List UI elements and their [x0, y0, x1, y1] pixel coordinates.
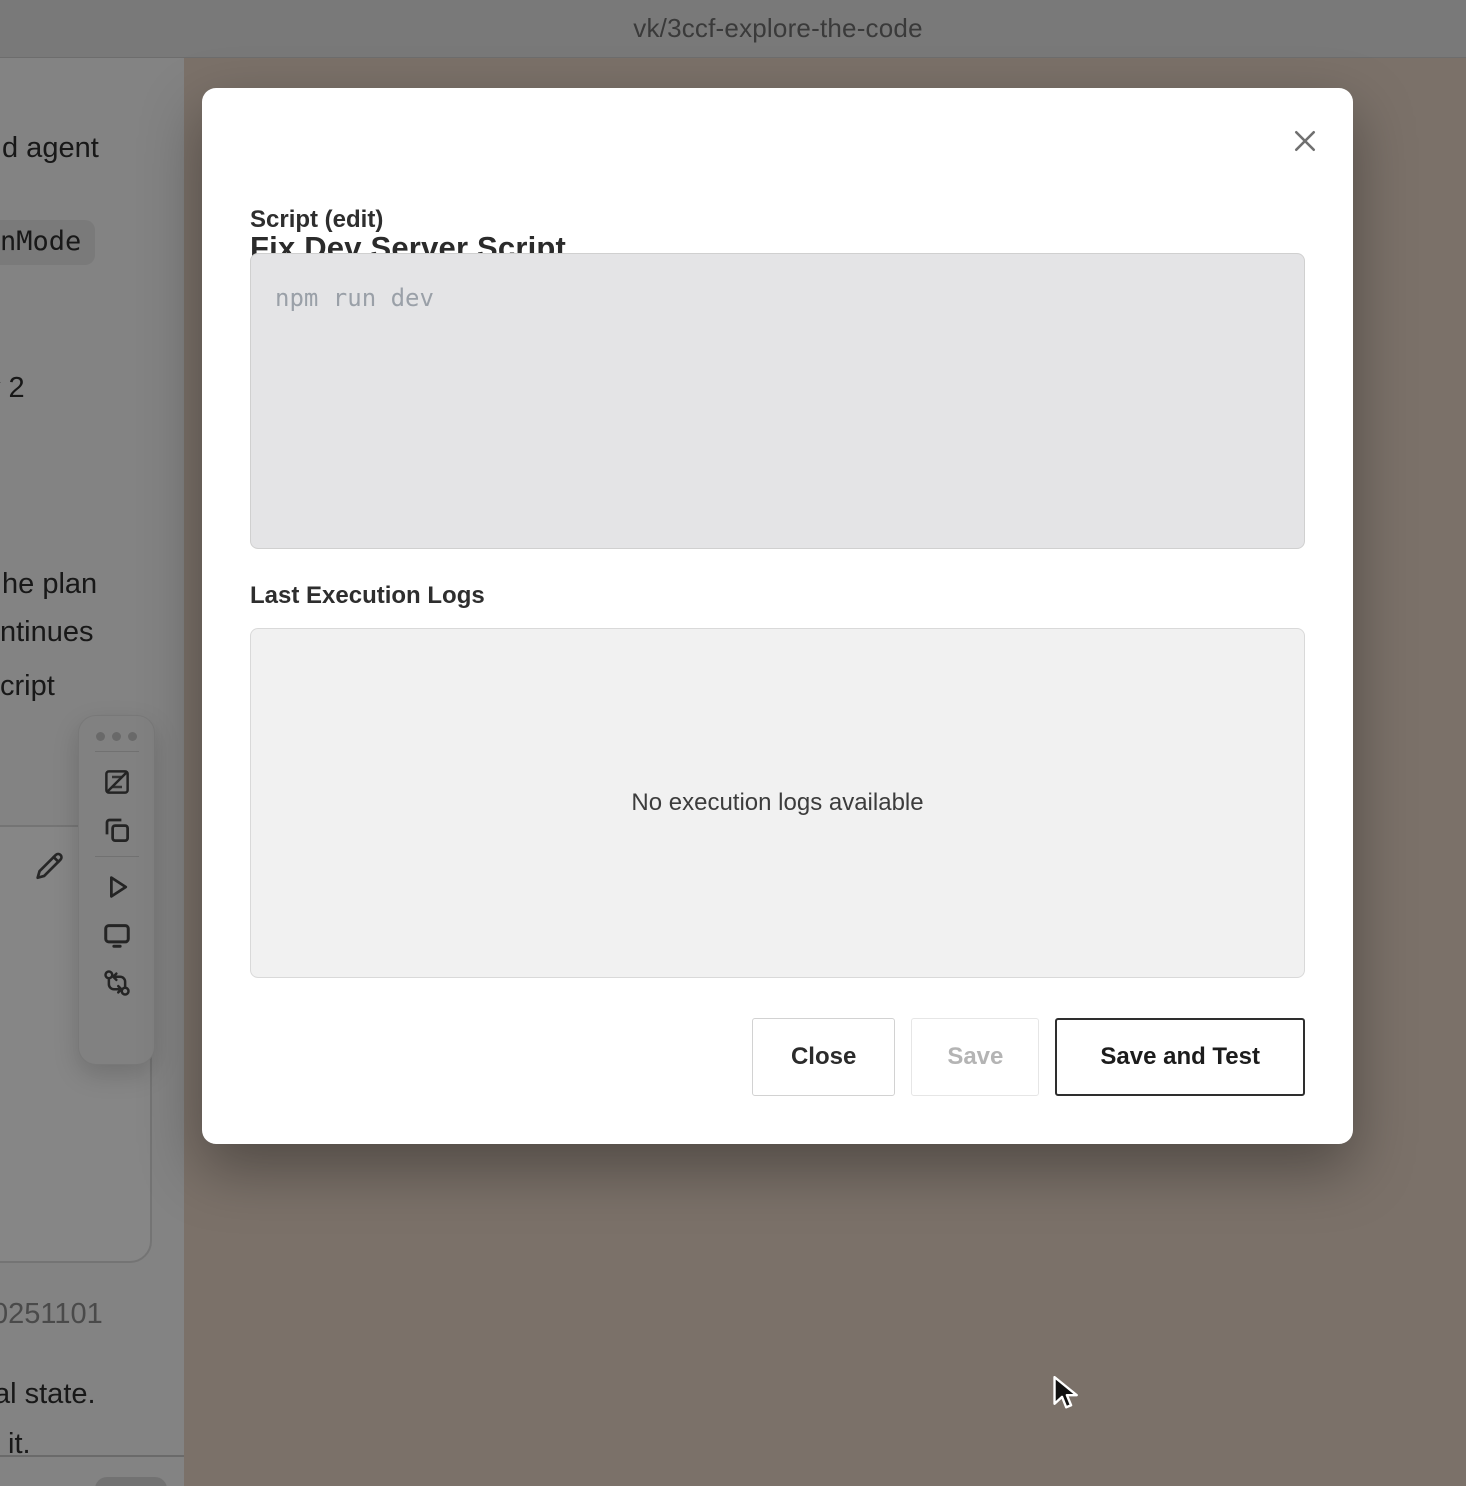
- save-and-test-button[interactable]: Save and Test: [1055, 1018, 1305, 1096]
- close-icon[interactable]: [1283, 119, 1327, 163]
- save-button[interactable]: Save: [911, 1018, 1040, 1096]
- close-button[interactable]: Close: [751, 1018, 896, 1096]
- script-label: Script (edit): [250, 206, 384, 233]
- logs-label: Last Execution Logs: [250, 582, 485, 609]
- logs-box: No execution logs available: [250, 628, 1305, 978]
- script-input[interactable]: [250, 253, 1305, 549]
- fix-dev-server-dialog: Fix Dev Server Script Script (edit) Last…: [202, 88, 1353, 1144]
- dialog-footer: Close Save Save and Test: [751, 1018, 1305, 1096]
- logs-empty-message: No execution logs available: [631, 789, 924, 816]
- screen: vk/3ccf-explore-the-code d agent nMode y…: [0, 0, 1466, 1486]
